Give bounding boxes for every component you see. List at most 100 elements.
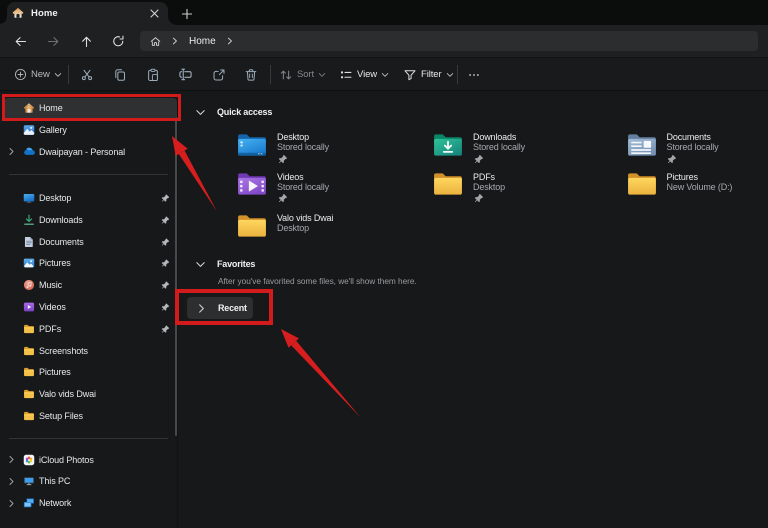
pin-icon: [278, 154, 288, 164]
copy-button[interactable]: [106, 62, 134, 88]
sidebar-item-label: Videos: [39, 302, 161, 312]
chevron-down-icon: [381, 71, 389, 79]
sidebar-item-documents[interactable]: Documents: [4, 231, 174, 252]
pin-icon: [161, 324, 170, 334]
quick-access-tile-valo-vids-dwai[interactable]: Valo vids DwaiDesktop: [237, 213, 427, 251]
pin-icon: [474, 193, 484, 203]
forward-button[interactable]: [41, 29, 65, 53]
explorer-body: HomeGalleryDwaipayan - PersonalDesktopDo…: [0, 92, 768, 528]
sidebar-item-valo-vids-dwai[interactable]: Valo vids Dwai: [4, 384, 174, 405]
quick-access-tile-pictures[interactable]: PicturesNew Volume (D:): [627, 171, 768, 209]
cut-button[interactable]: [73, 62, 101, 88]
navigation-bar: Home: [0, 25, 768, 58]
quick-access-tile-videos[interactable]: VideosStored locally: [237, 171, 427, 209]
sidebar-separator: [9, 174, 168, 175]
sidebar-item-icloud-photos[interactable]: iCloud Photos: [4, 449, 174, 470]
sidebar-item-downloads[interactable]: Downloads: [4, 209, 174, 230]
pin-icon: [161, 193, 170, 203]
expand-chevron-icon[interactable]: [4, 499, 19, 508]
tile-name: Documents: [667, 132, 711, 142]
quick-access-tile-documents[interactable]: DocumentsStored locally: [627, 132, 768, 170]
sidebar-item-network[interactable]: Network: [4, 493, 174, 514]
command-bar: New Sort View Filter: [0, 58, 768, 91]
ellipsis-icon: [467, 68, 481, 82]
folder-plain-icon: [433, 171, 463, 197]
tile-subtitle: Stored locally: [277, 142, 329, 152]
pin-icon: [161, 237, 170, 247]
gallery-icon: [22, 123, 36, 137]
sidebar-item-screenshots[interactable]: Screenshots: [4, 340, 174, 361]
tile-name: Desktop: [277, 132, 309, 142]
sort-button-label: Sort: [297, 69, 314, 80]
pictures-icon: [22, 256, 36, 270]
chevron-down-icon[interactable]: [192, 256, 208, 272]
sidebar-item-this-pc[interactable]: This PC: [4, 471, 174, 492]
chevron-down-icon: [54, 71, 62, 79]
share-button[interactable]: [205, 62, 233, 88]
expand-chevron-icon[interactable]: [4, 147, 19, 156]
network-icon: [22, 496, 36, 510]
sidebar-item-label: Pictures: [39, 258, 161, 268]
sidebar-scrollbar[interactable]: [175, 116, 177, 436]
sidebar-item-desktop[interactable]: Desktop: [4, 188, 174, 209]
sidebar-item-videos[interactable]: Videos: [4, 297, 174, 318]
desktop-icon: [22, 191, 36, 205]
file-explorer-window: Home Home New Sort: [0, 0, 768, 528]
expand-chevron-icon[interactable]: [4, 477, 19, 486]
pin-icon: [278, 193, 288, 203]
sidebar-item-dwaipayan-personal[interactable]: Dwaipayan - Personal: [4, 141, 174, 162]
paste-button[interactable]: [139, 62, 167, 88]
sidebar-item-label: Setup Files: [39, 411, 174, 421]
see-more-button[interactable]: [460, 62, 488, 88]
back-button[interactable]: [8, 29, 32, 53]
tile-subtitle: New Volume (D:): [667, 182, 733, 192]
chevron-down-icon[interactable]: [192, 104, 208, 120]
quick-access-tile-pdfs[interactable]: PDFsDesktop: [433, 171, 623, 209]
folder-downloads-icon: [433, 132, 463, 158]
trash-icon: [244, 68, 258, 82]
sidebar-item-gallery[interactable]: Gallery: [4, 119, 174, 140]
address-bar[interactable]: Home: [140, 31, 758, 51]
sidebar-item-music[interactable]: Music: [4, 275, 174, 296]
favorites-header[interactable]: Favorites: [192, 256, 255, 272]
breadcrumb-home[interactable]: Home: [189, 36, 216, 47]
quick-access-header[interactable]: Quick access: [192, 104, 272, 120]
sidebar-item-pictures[interactable]: Pictures: [4, 362, 174, 383]
folder-desktop-icon: [237, 132, 267, 158]
folder-videos-icon: [237, 171, 267, 197]
rename-button[interactable]: [172, 62, 200, 88]
thispc-icon: [22, 474, 36, 488]
chevron-down-icon: [318, 71, 326, 79]
tab-home[interactable]: Home: [7, 2, 168, 25]
sort-arrows-icon: [279, 68, 293, 82]
sidebar-item-label: This PC: [39, 476, 174, 486]
pin-icon: [161, 302, 170, 312]
address-home-icon: [150, 36, 161, 47]
expand-chevron-icon[interactable]: [4, 455, 19, 464]
breadcrumb-chevron-icon[interactable]: [226, 37, 234, 45]
new-tab-button[interactable]: [176, 4, 198, 23]
quick-access-tile-downloads[interactable]: DownloadsStored locally: [433, 132, 623, 170]
new-button[interactable]: New: [9, 62, 67, 88]
view-button[interactable]: View: [334, 62, 394, 88]
sidebar-item-label: Dwaipayan - Personal: [39, 147, 174, 157]
filter-button-label: Filter: [421, 69, 442, 80]
sidebar-item-pictures[interactable]: Pictures: [4, 253, 174, 274]
downloads-icon: [22, 213, 36, 227]
sidebar-item-setup-files[interactable]: Setup Files: [4, 406, 174, 427]
tab-close-icon[interactable]: [146, 6, 162, 22]
tile-name: Valo vids Dwai: [277, 213, 333, 223]
sidebar-item-pdfs[interactable]: PDFs: [4, 318, 174, 339]
sidebar-item-label: Pictures: [39, 367, 174, 377]
tile-subtitle: Stored locally: [277, 182, 329, 192]
sidebar-item-label: Gallery: [39, 125, 174, 135]
tab-title: Home: [31, 8, 146, 19]
favorites-title: Favorites: [217, 259, 255, 269]
sort-button[interactable]: Sort: [274, 62, 331, 88]
sidebar-item-label: Downloads: [39, 215, 161, 225]
up-button[interactable]: [74, 29, 98, 53]
quick-access-tile-desktop[interactable]: DesktopStored locally: [237, 132, 427, 170]
filter-button[interactable]: Filter: [398, 62, 459, 88]
refresh-button[interactable]: [106, 29, 130, 53]
delete-button[interactable]: [237, 62, 265, 88]
